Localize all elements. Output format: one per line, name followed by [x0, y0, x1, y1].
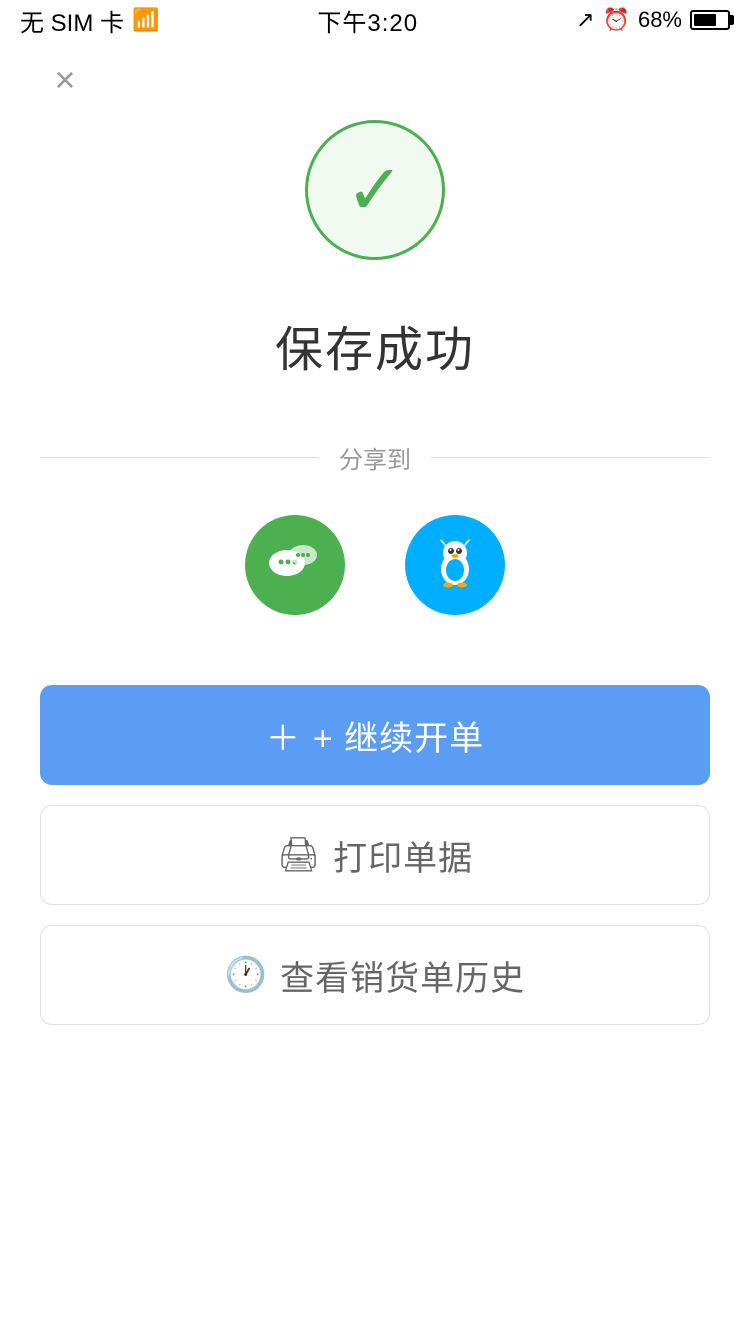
history-button[interactable]: 🕐 查看销货单历史 [40, 925, 710, 1025]
wifi-icon: 📶 [132, 7, 159, 33]
status-time: 下午3:20 [317, 3, 418, 38]
location-icon: ↗ [576, 7, 594, 33]
status-bar: 无 SIM 卡 📶 下午3:20 ↗ ⏰ 68% [0, 0, 750, 40]
print-button[interactable]: 🖨 打印单据 [40, 805, 710, 905]
print-label: 打印单据 [333, 831, 473, 880]
main-content: ✓ 保存成功 分享到 [0, 40, 750, 1025]
status-right: ↗ ⏰ 68% [576, 7, 730, 33]
buttons-section: ＋ + 继续开单 🖨 打印单据 🕐 查看销货单历史 [0, 685, 750, 1025]
divider-line-right [431, 457, 710, 458]
status-left: 无 SIM 卡 📶 [20, 3, 159, 38]
share-label: 分享到 [319, 440, 431, 475]
battery-percent: 68% [638, 7, 682, 33]
close-button[interactable]: × [40, 55, 90, 105]
wechat-icon [265, 535, 325, 595]
share-icons-row [245, 515, 505, 615]
success-circle: ✓ [305, 120, 445, 260]
wechat-share-button[interactable] [245, 515, 345, 615]
share-divider: 分享到 [0, 440, 750, 475]
continue-button[interactable]: ＋ + 继续开单 [40, 685, 710, 785]
alarm-icon: ⏰ [603, 7, 630, 33]
plus-icon: ＋ [266, 711, 301, 760]
qq-share-button[interactable] [405, 515, 505, 615]
qq-icon [425, 535, 485, 595]
divider-line-left [40, 457, 319, 458]
print-icon: 🖨 [277, 835, 321, 875]
close-icon: × [54, 62, 75, 98]
no-sim-text: 无 SIM 卡 [20, 3, 124, 38]
checkmark-icon: ✓ [346, 155, 405, 225]
continue-label: + 继续开单 [313, 711, 484, 760]
history-icon: 🕐 [225, 955, 268, 995]
success-title: 保存成功 [275, 310, 475, 380]
history-label: 查看销货单历史 [280, 951, 525, 1000]
battery-icon [690, 10, 730, 30]
